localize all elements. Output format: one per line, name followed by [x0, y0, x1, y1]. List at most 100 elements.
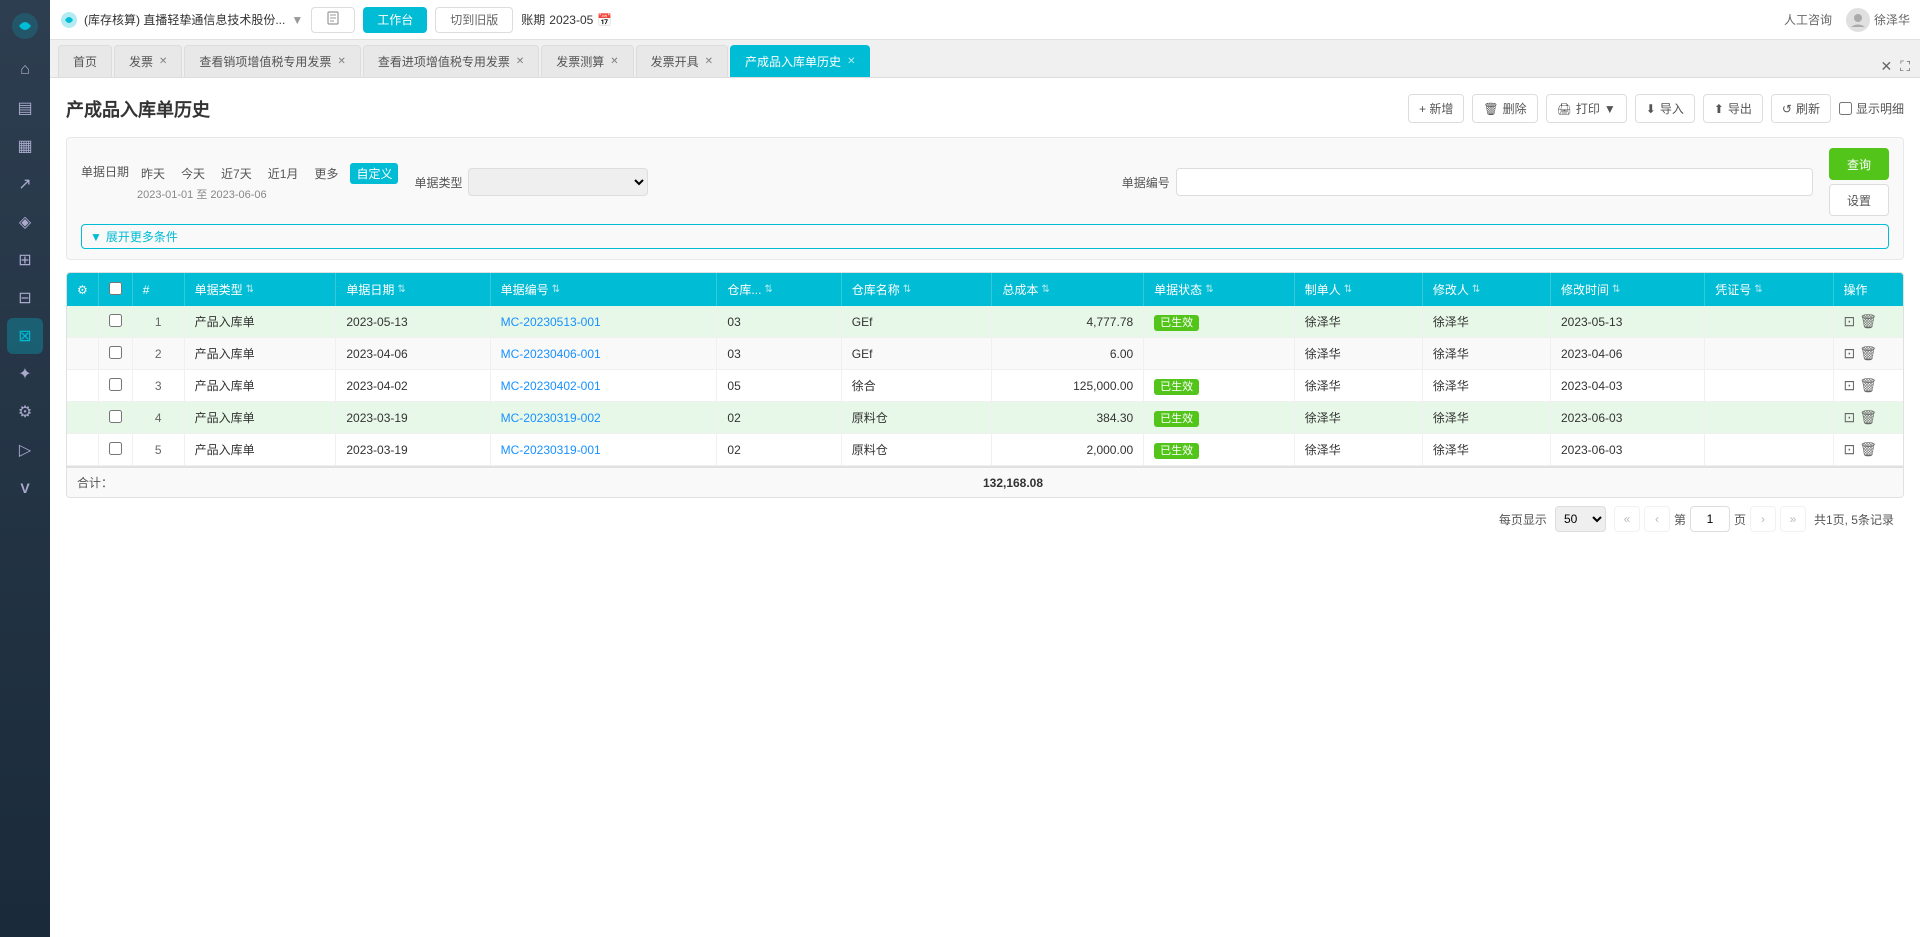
row-checkbox[interactable]	[109, 410, 122, 423]
tab-product-in[interactable]: 产成品入库单历史 ✕	[730, 45, 870, 77]
close-all-tabs-btn[interactable]: ✕	[1880, 58, 1892, 75]
sidebar-item-warehouse[interactable]: ⊠	[7, 318, 43, 354]
sidebar-item-v[interactable]: V	[7, 470, 43, 506]
period-btn[interactable]: 切到旧版	[435, 7, 513, 33]
last-page-btn[interactable]: »	[1780, 506, 1806, 532]
th-number[interactable]: 单据编号 ⇅	[490, 273, 717, 306]
record-link[interactable]: MC-20230319-002	[501, 411, 601, 425]
date-yesterday[interactable]: 昨天	[137, 163, 169, 184]
tab-home[interactable]: 首页	[58, 45, 112, 77]
row-checkbox[interactable]	[109, 378, 122, 391]
tab-purchase-vat-close[interactable]: ✕	[516, 56, 524, 67]
type-select[interactable]	[468, 168, 648, 196]
sidebar-item-book[interactable]: ⊟	[7, 280, 43, 316]
edit-action-icon[interactable]: ⊡	[1844, 313, 1856, 330]
row-checkbox[interactable]	[109, 346, 122, 359]
sidebar-item-tag[interactable]: ◈	[7, 204, 43, 240]
edit-action-icon[interactable]: ⊡	[1844, 377, 1856, 394]
record-link[interactable]: MC-20230402-001	[501, 379, 601, 393]
sidebar-item-puzzle[interactable]: ✦	[7, 356, 43, 392]
sidebar-item-chart[interactable]: ▦	[7, 128, 43, 164]
th-total-cost[interactable]: 总成本 ⇅	[992, 273, 1144, 306]
tab-sales-vat[interactable]: 查看销项增值税专用发票 ✕	[184, 45, 360, 77]
number-filter-input[interactable]	[1176, 168, 1813, 196]
tab-invoice[interactable]: 发票 ✕	[114, 45, 182, 77]
delete-action-icon[interactable]: 🗑	[1859, 377, 1877, 394]
date-more[interactable]: 更多	[310, 163, 342, 184]
delete-action-icon[interactable]: 🗑	[1859, 441, 1877, 458]
delete-action-icon[interactable]: 🗑	[1859, 409, 1877, 426]
refresh-btn[interactable]: ↺ 刷新	[1771, 94, 1831, 123]
th-status[interactable]: 单据状态 ⇅	[1144, 273, 1295, 306]
user-avatar	[1846, 8, 1870, 32]
sidebar-item-play[interactable]: ▷	[7, 432, 43, 468]
user-area[interactable]: 徐泽华	[1846, 8, 1910, 32]
sidebar-item-document[interactable]: ▤	[7, 90, 43, 126]
sidebar-item-grid[interactable]: ⊞	[7, 242, 43, 278]
export-btn[interactable]: ⬆ 导出	[1703, 94, 1763, 123]
th-type[interactable]: 单据类型 ⇅	[184, 273, 336, 306]
total-info: 共1页, 5条记录	[1814, 511, 1894, 528]
tab-product-in-close[interactable]: ✕	[847, 56, 855, 67]
record-link[interactable]: MC-20230319-001	[501, 443, 601, 457]
th-voucher[interactable]: 凭证号 ⇅	[1705, 273, 1833, 306]
th-num: #	[132, 273, 184, 306]
tab-invoice-open-close[interactable]: ✕	[705, 56, 713, 67]
record-link[interactable]: MC-20230513-001	[501, 315, 601, 329]
th-warehouse-code[interactable]: 仓库... ⇅	[717, 273, 841, 306]
expand-conditions-btn[interactable]: ▼ 展开更多条件	[81, 224, 1889, 249]
td-voucher	[1705, 434, 1833, 466]
new-btn[interactable]: + 新增	[1408, 94, 1464, 123]
tab-purchase-vat[interactable]: 查看进项增值税专用发票 ✕	[363, 45, 539, 77]
show-detail-checkbox[interactable]	[1839, 102, 1852, 115]
tab-invoice-calc-close[interactable]: ✕	[610, 56, 618, 67]
workbench-btn[interactable]: 工作台	[363, 7, 427, 33]
th-date[interactable]: 单据日期 ⇅	[336, 273, 490, 306]
page-prefix: 第	[1674, 511, 1686, 528]
sidebar-item-settings2[interactable]: ⚙	[7, 394, 43, 430]
help-btn[interactable]: 人工咨询	[1784, 11, 1832, 28]
tab-invoice-calc[interactable]: 发票测算 ✕	[541, 45, 633, 77]
fullscreen-btn[interactable]: ⛶	[1900, 58, 1910, 75]
th-creator[interactable]: 制单人 ⇅	[1294, 273, 1422, 306]
row-checkbox[interactable]	[109, 442, 122, 455]
td-status: 已生效	[1144, 370, 1295, 402]
td-modify-time: 2023-05-13	[1550, 306, 1704, 338]
calendar-icon[interactable]: 📅	[597, 13, 612, 27]
page-input[interactable]	[1690, 506, 1730, 532]
next-page-btn[interactable]: ›	[1750, 506, 1776, 532]
prev-page-btn[interactable]: ‹	[1644, 506, 1670, 532]
print-btn[interactable]: 🖨 打印 ▼	[1546, 94, 1627, 123]
tab-sales-vat-close[interactable]: ✕	[337, 56, 345, 67]
delete-btn[interactable]: 🗑 删除	[1472, 94, 1537, 123]
edit-action-icon[interactable]: ⊡	[1844, 345, 1856, 362]
document-btn[interactable]	[311, 7, 355, 33]
date-today[interactable]: 今天	[177, 163, 209, 184]
edit-action-icon[interactable]: ⊡	[1844, 409, 1856, 426]
record-link[interactable]: MC-20230406-001	[501, 347, 601, 361]
th-warehouse-name[interactable]: 仓库名称 ⇅	[841, 273, 992, 306]
brand-dropdown-icon[interactable]: ▼	[291, 13, 303, 27]
import-btn[interactable]: ⬇ 导入	[1635, 94, 1695, 123]
date-1month[interactable]: 近1月	[264, 163, 303, 184]
delete-action-icon[interactable]: 🗑	[1859, 313, 1877, 330]
edit-action-icon[interactable]: ⊡	[1844, 441, 1856, 458]
th-modify-time[interactable]: 修改时间 ⇅	[1550, 273, 1704, 306]
date-7days[interactable]: 近7天	[217, 163, 256, 184]
row-checkbox[interactable]	[109, 314, 122, 327]
page-size-select[interactable]: 20 50 100	[1555, 506, 1606, 532]
tab-invoice-close[interactable]: ✕	[159, 56, 167, 67]
select-all-checkbox[interactable]	[109, 282, 122, 295]
filter-setting-btn[interactable]: 设置	[1829, 184, 1889, 216]
th-settings[interactable]: ⚙	[67, 273, 98, 306]
first-page-btn[interactable]: «	[1614, 506, 1640, 532]
number-filter-group: 单据编号	[1122, 168, 1813, 196]
date-custom[interactable]: 自定义	[350, 163, 398, 184]
th-modifier[interactable]: 修改人 ⇅	[1422, 273, 1550, 306]
delete-action-icon[interactable]: 🗑	[1859, 345, 1877, 362]
td-warehouse-name: 徐合	[841, 370, 992, 402]
tab-invoice-open[interactable]: 发票开具 ✕	[636, 45, 728, 77]
sidebar-item-home[interactable]: ⌂	[7, 52, 43, 88]
query-btn[interactable]: 查询	[1829, 148, 1889, 180]
sidebar-item-analytics[interactable]: ↗	[7, 166, 43, 202]
